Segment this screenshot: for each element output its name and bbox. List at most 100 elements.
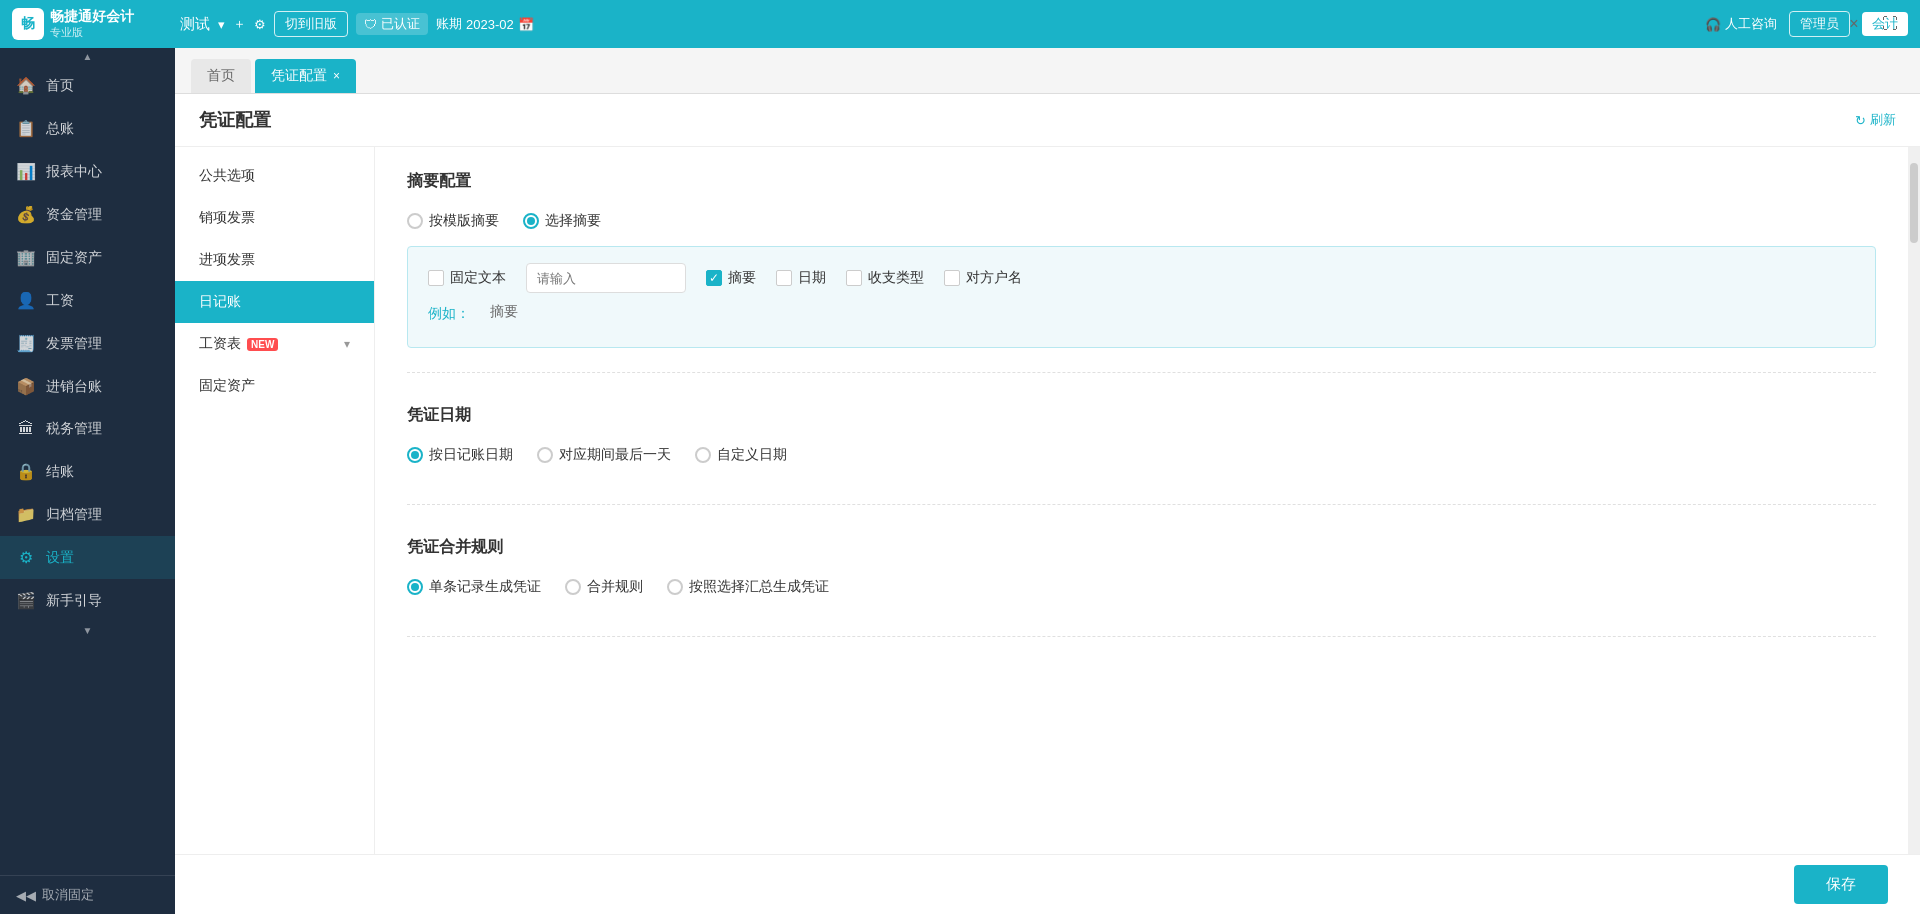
- summary-radio-template[interactable]: 按模版摘要: [407, 212, 499, 230]
- section-merge: 凭证合并规则 单条记录生成凭证 合并规则: [407, 537, 1876, 637]
- example-value: 摘要: [490, 303, 518, 321]
- page-content: 凭证配置 ↻ 刷新 公共选项 销项发票 进项发票: [175, 94, 1920, 914]
- sidebar-label-ledger: 总账: [46, 120, 74, 138]
- content-body: 公共选项 销项发票 进项发票 日记账 工资表 NEW ▾: [175, 147, 1920, 854]
- left-nav-sales-invoice[interactable]: 销项发票: [175, 197, 374, 239]
- sidebar: ▲ 🏠 首页 📋 总账 📊 报表中心 💰 资金管理 🏢 固定资产 👤 工资 🧾 …: [0, 48, 175, 914]
- scroll-track[interactable]: [1908, 147, 1920, 854]
- sidebar-scroll-down[interactable]: ▼: [0, 622, 175, 638]
- section-date: 凭证日期 按日记账日期 对应期间最后一天: [407, 405, 1876, 505]
- left-nav-fixed-assets[interactable]: 固定资产: [175, 365, 374, 407]
- sidebar-scroll-up[interactable]: ▲: [0, 48, 175, 64]
- radio-select-label: 选择摘要: [545, 212, 601, 230]
- radio-circle-last-day: [537, 447, 553, 463]
- logo-sub: 专业版: [50, 25, 134, 40]
- capital-icon: 💰: [16, 205, 36, 224]
- radio-circle-template: [407, 213, 423, 229]
- add-btn[interactable]: ＋: [233, 15, 246, 33]
- tab-voucher-config[interactable]: 凭证配置 ×: [255, 59, 356, 93]
- tab-bar: 首页 凭证配置 × × ⛶: [175, 48, 1920, 94]
- checkbox-fixed-text-label: 固定文本: [450, 269, 506, 287]
- top-header: 畅 畅捷通好会计 专业版 测试 ▾ ＋ ⚙ 切到旧版 🛡 已认证 账期 2023…: [0, 0, 1920, 48]
- tab-voucher-config-label: 凭证配置: [271, 67, 327, 85]
- switch-old-btn[interactable]: 切到旧版: [274, 11, 348, 37]
- left-nav-payroll[interactable]: 工资表 NEW ▾: [175, 323, 374, 365]
- sidebar-label-assets: 固定资产: [46, 249, 102, 267]
- checkbox-box-counterpart: [944, 270, 960, 286]
- section-summary: 摘要配置 按模版摘要 选择摘要: [407, 171, 1876, 373]
- sidebar-item-report[interactable]: 📊 报表中心: [0, 150, 175, 193]
- left-nav-public[interactable]: 公共选项: [175, 155, 374, 197]
- merge-radio-single[interactable]: 单条记录生成凭证: [407, 578, 541, 596]
- sidebar-item-assets[interactable]: 🏢 固定资产: [0, 236, 175, 279]
- tab-close-icon[interactable]: ×: [333, 69, 340, 83]
- sidebar-label-salary: 工资: [46, 292, 74, 310]
- refresh-icon: ↻: [1855, 113, 1866, 128]
- sidebar-item-ledger[interactable]: 📋 总账: [0, 107, 175, 150]
- sidebar-item-tax[interactable]: 🏛 税务管理: [0, 408, 175, 450]
- cancel-fixed-label: 取消固定: [42, 886, 94, 904]
- sidebar-item-archive[interactable]: 📁 归档管理: [0, 493, 175, 536]
- sidebar-item-invoice[interactable]: 🧾 发票管理: [0, 322, 175, 365]
- date-radio-group: 按日记账日期 对应期间最后一天 自定义日期: [407, 446, 1876, 464]
- content-area: 首页 凭证配置 × × ⛶ 凭证配置 ↻ 刷新: [175, 48, 1920, 914]
- refresh-btn[interactable]: ↻ 刷新: [1855, 111, 1896, 129]
- radio-custom-date-label: 自定义日期: [717, 446, 787, 464]
- left-nav: 公共选项 销项发票 进项发票 日记账 工资表 NEW ▾: [175, 147, 375, 854]
- left-nav-journal-label: 日记账: [199, 293, 241, 309]
- home-icon: 🏠: [16, 76, 36, 95]
- checkbox-counterpart[interactable]: 对方户名: [944, 269, 1022, 287]
- fixed-text-input[interactable]: [526, 263, 686, 293]
- settings-btn[interactable]: ⚙: [254, 17, 266, 32]
- example-row: 例如： 摘要: [428, 301, 1855, 323]
- merge-radio-rule[interactable]: 合并规则: [565, 578, 643, 596]
- payroll-chevron-icon: ▾: [344, 337, 350, 351]
- checkbox-payment-type[interactable]: 收支类型: [846, 269, 924, 287]
- logo-icon: 畅: [12, 8, 44, 40]
- scroll-thumb: [1910, 163, 1918, 243]
- summary-checkbox-row: 固定文本 ✓ 摘要 日期: [428, 263, 1855, 293]
- left-nav-journal[interactable]: 日记账: [175, 281, 374, 323]
- consult-btn[interactable]: 🎧 人工咨询: [1705, 15, 1777, 33]
- sidebar-item-close[interactable]: 🔒 结账: [0, 450, 175, 493]
- radio-single-label: 单条记录生成凭证: [429, 578, 541, 596]
- summary-radio-select[interactable]: 选择摘要: [523, 212, 601, 230]
- checkbox-summary[interactable]: ✓ 摘要: [706, 269, 756, 287]
- sidebar-item-salary[interactable]: 👤 工资: [0, 279, 175, 322]
- tab-home-label: 首页: [207, 67, 235, 85]
- period-value: 2023-02: [466, 17, 514, 32]
- sidebar-item-stock[interactable]: 📦 进销台账: [0, 365, 175, 408]
- bottom-bar: 保存: [175, 854, 1920, 914]
- consult-label: 人工咨询: [1725, 15, 1777, 33]
- cancel-fixed-btn[interactable]: ◀◀ 取消固定: [0, 875, 175, 914]
- sidebar-label-stock: 进销台账: [46, 378, 102, 396]
- sidebar-item-home[interactable]: 🏠 首页: [0, 64, 175, 107]
- certified-label: 已认证: [381, 15, 420, 33]
- radio-circle-aggregate: [667, 579, 683, 595]
- left-nav-purchase-label: 进项发票: [199, 251, 255, 267]
- summary-radio-group: 按模版摘要 选择摘要: [407, 212, 1876, 230]
- date-radio-journal[interactable]: 按日记账日期: [407, 446, 513, 464]
- left-nav-purchase-invoice[interactable]: 进项发票: [175, 239, 374, 281]
- dropdown-btn[interactable]: ▾: [218, 17, 225, 32]
- checkbox-counterpart-label: 对方户名: [966, 269, 1022, 287]
- radio-rule-label: 合并规则: [587, 578, 643, 596]
- calendar-icon[interactable]: 📅: [518, 17, 534, 32]
- merge-radio-group: 单条记录生成凭证 合并规则 按照选择汇总生成凭证: [407, 578, 1876, 596]
- date-radio-custom[interactable]: 自定义日期: [695, 446, 787, 464]
- sidebar-item-settings[interactable]: ⚙ 设置: [0, 536, 175, 579]
- page-title: 凭证配置: [199, 108, 271, 132]
- checkbox-fixed-text[interactable]: 固定文本: [428, 269, 506, 287]
- tab-home[interactable]: 首页: [191, 59, 251, 93]
- checkbox-date[interactable]: 日期: [776, 269, 826, 287]
- save-btn[interactable]: 保存: [1794, 865, 1888, 904]
- date-radio-last-day[interactable]: 对应期间最后一天: [537, 446, 671, 464]
- sidebar-item-capital[interactable]: 💰 资金管理: [0, 193, 175, 236]
- period-label: 账期: [436, 15, 462, 33]
- summary-config-box: 固定文本 ✓ 摘要 日期: [407, 246, 1876, 348]
- sidebar-item-guide[interactable]: 🎬 新手引导: [0, 579, 175, 622]
- merge-radio-aggregate[interactable]: 按照选择汇总生成凭证: [667, 578, 829, 596]
- unpin-icon: ◀◀: [16, 888, 36, 903]
- archive-icon: 📁: [16, 505, 36, 524]
- sidebar-label-report: 报表中心: [46, 163, 102, 181]
